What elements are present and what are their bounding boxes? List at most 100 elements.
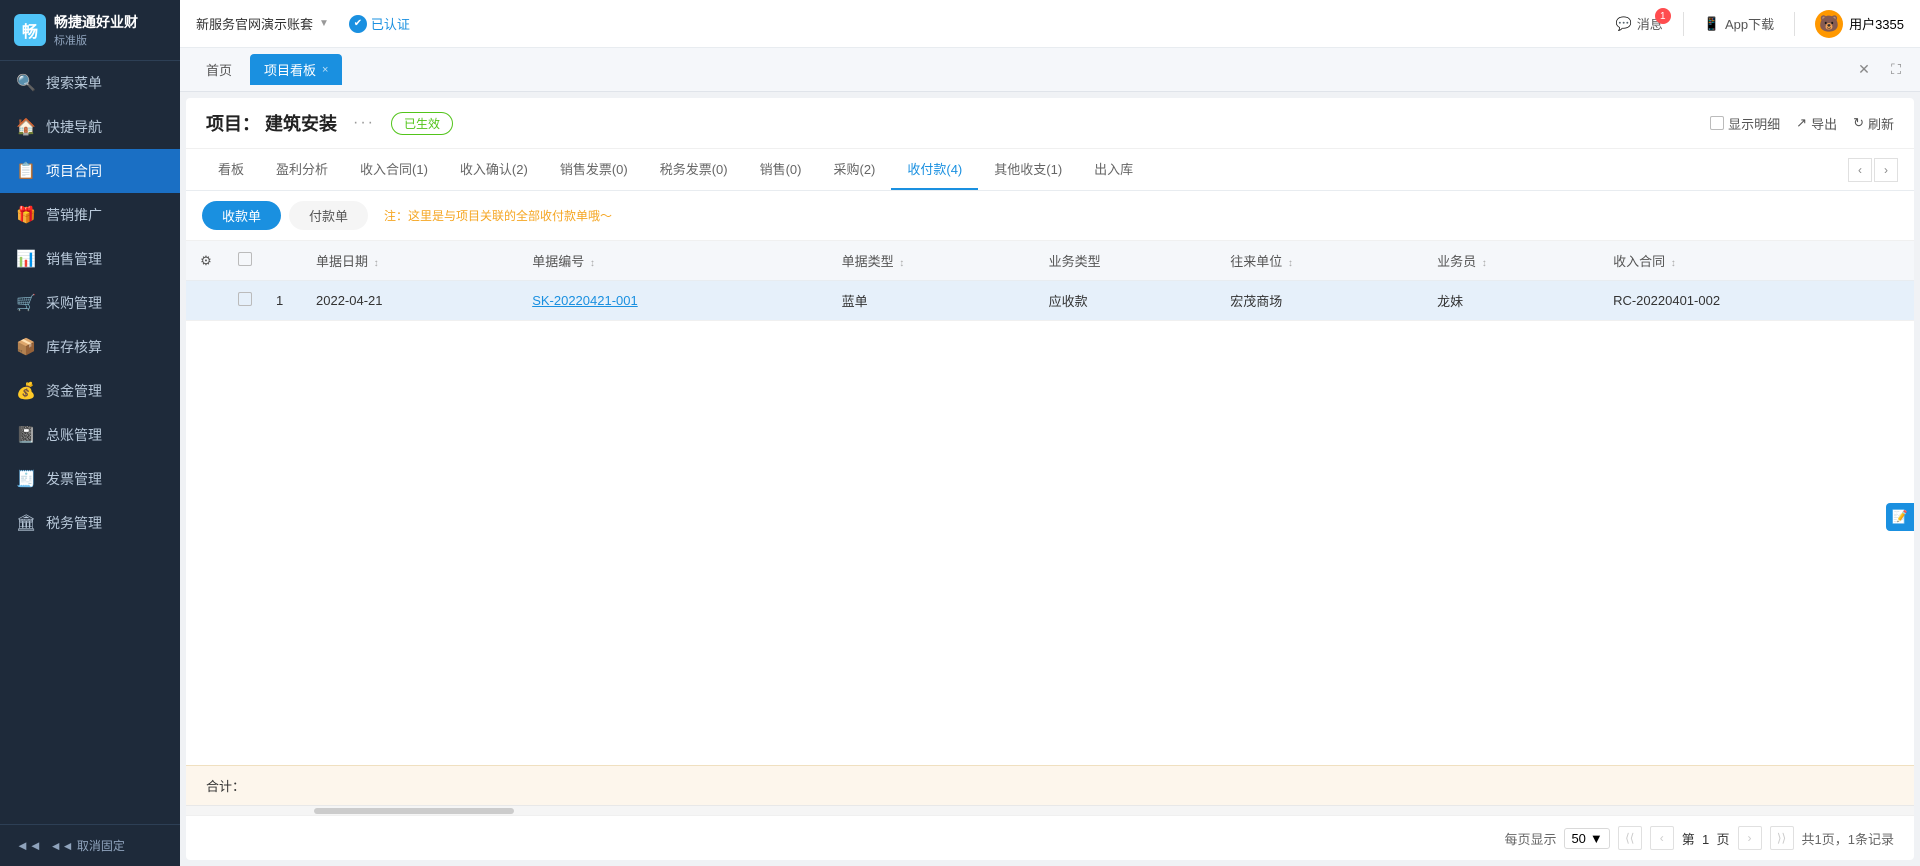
tab-close-icon[interactable]: × xyxy=(322,64,328,76)
td-partner: 宏茂商场 xyxy=(1218,281,1425,321)
code-sort-icon: ↕ xyxy=(590,258,595,269)
total-label: 合计： xyxy=(206,779,245,794)
nav-tab-tax-invoice[interactable]: 税务发票(0) xyxy=(644,149,744,190)
user-profile[interactable]: 🐻 用户3355 xyxy=(1815,10,1904,38)
nav-tab-income-contract[interactable]: 收入合同(1) xyxy=(344,149,444,190)
sub-tab-collection[interactable]: 收款单 xyxy=(202,201,281,230)
certified-badge: ✔ 已认证 xyxy=(349,14,410,33)
sidebar-item-marketing[interactable]: 🎁 营销推广 xyxy=(0,193,180,237)
app-download-button[interactable]: 📱 App下载 xyxy=(1704,14,1774,33)
project-more-button[interactable]: ··· xyxy=(353,114,375,132)
th-code[interactable]: 单据编号 ↕ xyxy=(520,241,829,281)
sidebar-item-ledger[interactable]: 📓 总账管理 xyxy=(0,413,180,457)
sidebar-item-finance[interactable]: 💰 资金管理 xyxy=(0,369,180,413)
page-size-value: 50 xyxy=(1571,831,1585,846)
shield-icon: ✔ xyxy=(349,15,367,33)
nav-tab-other-income[interactable]: 其他收支(1) xyxy=(978,149,1078,190)
money-icon: 💰 xyxy=(16,381,36,401)
show-detail-label: 显示明细 xyxy=(1728,114,1780,133)
th-contract[interactable]: 收入合同 ↕ xyxy=(1601,241,1914,281)
refresh-label: 刷新 xyxy=(1868,114,1894,133)
sidebar-item-project[interactable]: 📋 项目合同 xyxy=(0,149,180,193)
sidebar-label-purchase: 采购管理 xyxy=(46,293,102,313)
nav-tabs: 看板 盈利分析 收入合同(1) 收入确认(2) 销售发票(0) 税务发票(0) … xyxy=(186,149,1914,191)
scrollbar-thumb[interactable] xyxy=(314,808,514,814)
note-icon: 📝 xyxy=(1892,509,1908,525)
divider xyxy=(1683,12,1684,36)
sidebar-item-inventory[interactable]: 📦 库存核算 xyxy=(0,325,180,369)
account-name: 新服务官网演示账套 xyxy=(196,14,313,33)
nav-tab-sales[interactable]: 销售(0) xyxy=(744,149,818,190)
td-checkbox[interactable] xyxy=(226,281,264,321)
th-type[interactable]: 单据类型 ↕ xyxy=(830,241,1037,281)
page-total-info: 共1页，1条记录 xyxy=(1802,829,1894,848)
td-no: 1 xyxy=(264,281,304,321)
sub-tab-payment[interactable]: 付款单 xyxy=(289,201,368,230)
horizontal-scrollbar[interactable] xyxy=(186,805,1914,815)
nav-tab-sales-invoice[interactable]: 销售发票(0) xyxy=(544,149,644,190)
row-checkbox[interactable] xyxy=(238,292,252,306)
page-size-arrow: ▼ xyxy=(1590,831,1603,846)
first-page-button[interactable]: ⟨⟨ xyxy=(1618,826,1642,850)
sidebar-unpin[interactable]: ◄◄ ◄◄ 取消固定 xyxy=(0,824,180,866)
project-prefix: 项目： xyxy=(206,114,260,134)
project-label: 项目： 建筑安装 xyxy=(206,110,337,136)
nav-tab-profit[interactable]: 盈利分析 xyxy=(260,149,344,190)
side-note-button[interactable]: 📝 xyxy=(1886,503,1914,531)
sidebar-label-ledger: 总账管理 xyxy=(46,425,102,445)
sidebar-item-invoice[interactable]: 🧾 发票管理 xyxy=(0,457,180,501)
record-link[interactable]: SK-20220421-001 xyxy=(532,293,638,308)
window-controls: ✕ ⛶ xyxy=(1852,58,1908,82)
export-button[interactable]: ↗ 导出 xyxy=(1796,114,1837,133)
topbar-right: 💬 消息 1 📱 App下载 🐻 用户3355 xyxy=(1616,10,1904,38)
account-selector[interactable]: 新服务官网演示账套 ▼ xyxy=(196,14,329,33)
th-date[interactable]: 单据日期 ↕ xyxy=(304,241,520,281)
sidebar-item-quicknav[interactable]: 🏠 快捷导航 xyxy=(0,105,180,149)
nav-tab-inout[interactable]: 出入库 xyxy=(1078,149,1149,190)
th-salesman[interactable]: 业务员 ↕ xyxy=(1425,241,1601,281)
book-icon: 📓 xyxy=(16,425,36,445)
td-contract: RC-20220401-002 xyxy=(1601,281,1914,321)
nav-prev-button[interactable]: ‹ xyxy=(1848,158,1872,182)
sidebar-label-invoice: 发票管理 xyxy=(46,469,102,489)
next-page-button[interactable]: › xyxy=(1738,826,1762,850)
refresh-button[interactable]: ↻ 刷新 xyxy=(1853,114,1894,133)
td-code[interactable]: SK-20220421-001 xyxy=(520,281,829,321)
sidebar-item-search[interactable]: 🔍 搜索菜单 xyxy=(0,61,180,105)
checkbox-box xyxy=(1710,116,1724,130)
header-checkbox[interactable] xyxy=(238,252,252,266)
chart-icon: 📊 xyxy=(16,249,36,269)
tax-icon: 🏛 xyxy=(16,513,36,533)
page-size-select[interactable]: 50 ▼ xyxy=(1564,828,1609,849)
sidebar-item-purchase[interactable]: 🛒 采购管理 xyxy=(0,281,180,325)
last-page-button[interactable]: ⟩⟩ xyxy=(1770,826,1794,850)
prev-page-button[interactable]: ‹ xyxy=(1650,826,1674,850)
logo-icon: 畅 xyxy=(14,14,46,46)
th-no xyxy=(264,241,304,281)
close-window-button[interactable]: ✕ xyxy=(1852,58,1876,82)
sidebar-item-sales[interactable]: 📊 销售管理 xyxy=(0,237,180,281)
tab-project-board[interactable]: 项目看板 × xyxy=(250,54,342,85)
sidebar-label-tax: 税务管理 xyxy=(46,513,102,533)
maximize-window-button[interactable]: ⛶ xyxy=(1884,58,1908,82)
nav-tab-kanban[interactable]: 看板 xyxy=(202,149,260,190)
app-label: App下载 xyxy=(1725,14,1774,33)
tab-home[interactable]: 首页 xyxy=(192,54,246,85)
sidebar-item-tax[interactable]: 🏛 税务管理 xyxy=(0,501,180,545)
nav-tab-payment[interactable]: 收付款(4) xyxy=(891,149,978,190)
th-partner[interactable]: 往来单位 ↕ xyxy=(1218,241,1425,281)
sidebar-logo: 畅 畅捷通好业财 标准版 xyxy=(0,0,180,61)
nav-next-button[interactable]: › xyxy=(1874,158,1898,182)
message-button[interactable]: 💬 消息 1 xyxy=(1616,14,1663,33)
table-row[interactable]: 1 2022-04-21 SK-20220421-001 蓝单 应收款 xyxy=(186,281,1914,321)
project-status-badge: 已生效 xyxy=(391,112,453,135)
show-detail-checkbox[interactable]: 显示明细 xyxy=(1710,114,1780,133)
th-settings[interactable]: ⚙ xyxy=(186,241,226,281)
th-checkbox[interactable] xyxy=(226,241,264,281)
unpin-label: ◄◄ 取消固定 xyxy=(50,837,125,854)
account-dropdown-icon: ▼ xyxy=(319,18,329,29)
nav-tab-income-confirm[interactable]: 收入确认(2) xyxy=(444,149,544,190)
nav-tab-purchase[interactable]: 采购(2) xyxy=(817,149,891,190)
project-icon: 📋 xyxy=(16,161,36,181)
contract-sort-icon: ↕ xyxy=(1671,258,1676,269)
